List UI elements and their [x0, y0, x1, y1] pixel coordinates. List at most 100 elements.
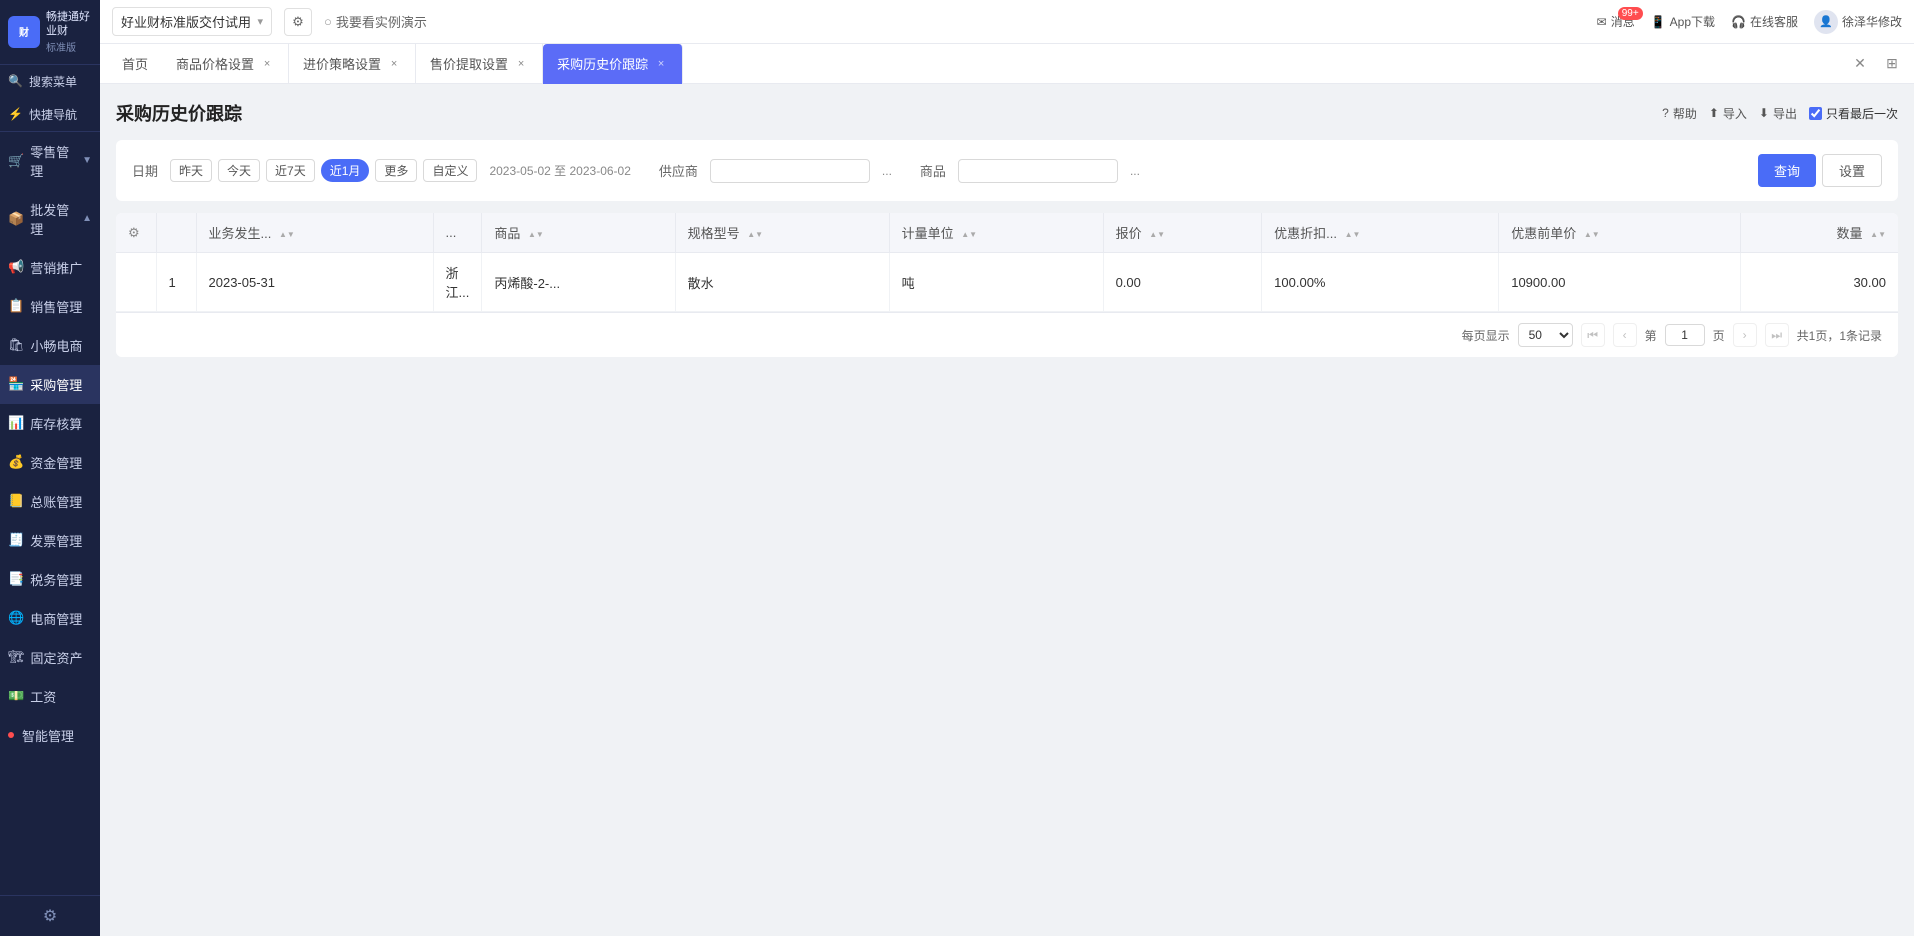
messages-button[interactable]: ✉ 消息 99+: [1597, 13, 1635, 30]
import-button[interactable]: ⬆ 导入: [1709, 105, 1747, 122]
col-product[interactable]: 商品 ▲▼: [482, 213, 675, 253]
online-service-button[interactable]: 🎧 在线客服: [1731, 13, 1798, 30]
tab-home[interactable]: 首页: [108, 44, 162, 84]
sidebar-item-tax[interactable]: 📑 税务管理: [0, 560, 100, 599]
sidebar-item-marketing[interactable]: 📢 营销推广: [0, 248, 100, 287]
next-page-button[interactable]: ›: [1733, 323, 1757, 347]
cell-gear: [116, 253, 156, 312]
ecommerce-icon: 🌐: [8, 610, 24, 626]
date-btn-more[interactable]: 更多: [375, 159, 417, 182]
col-discount[interactable]: 优惠折扣... ▲▼: [1262, 213, 1499, 253]
main-area: 好业财标准版交付试用 ▾ ⚙ ○ 我要看实例演示 ✉ 消息 99+ 📱 App下…: [100, 0, 1914, 936]
cell-product: 丙烯酸-2-...: [482, 253, 675, 312]
first-page-button[interactable]: ⏮: [1581, 323, 1605, 347]
topbar-settings-button[interactable]: ⚙: [284, 8, 312, 36]
export-button[interactable]: ⬇ 导出: [1759, 105, 1797, 122]
sidebar-item-payroll[interactable]: 💵 工资: [0, 677, 100, 716]
cell-biz-date: 2023-05-31: [196, 253, 433, 312]
sidebar-item-smart-mgmt[interactable]: 智能管理: [0, 716, 100, 755]
only-last-checkbox-group: 只看最后一次: [1809, 105, 1898, 122]
settings-button[interactable]: 设置: [1822, 154, 1882, 187]
sidebar-item-fixed-assets[interactable]: 🏗 固定资产: [0, 638, 100, 677]
expand-tab-button[interactable]: ⊞: [1878, 50, 1906, 78]
page-input[interactable]: [1665, 324, 1705, 346]
supplier-input[interactable]: [710, 159, 870, 183]
version-selector[interactable]: 好业财标准版交付试用 ▾: [112, 7, 272, 36]
last-page-button[interactable]: ⏭: [1765, 323, 1789, 347]
product-input[interactable]: [958, 159, 1118, 183]
tab-sale-price[interactable]: 售价提取设置 ×: [416, 44, 543, 84]
demo-button[interactable]: ○ 我要看实例演示: [324, 12, 427, 31]
sidebar-item-ecommerce[interactable]: 🌐 电商管理: [0, 599, 100, 638]
column-settings-icon[interactable]: ⚙: [128, 225, 140, 240]
quicknav-icon: ⚡: [8, 107, 23, 121]
tab-purchase-strategy[interactable]: 进价策略设置 ×: [289, 44, 416, 84]
sidebar-item-purchase[interactable]: 🏪 采购管理: [0, 365, 100, 404]
sort-icon-price: ▲▼: [1149, 230, 1165, 239]
user-menu-button[interactable]: 👤 徐泽华修改: [1814, 10, 1902, 34]
col-pre-discount-price[interactable]: 优惠前单价 ▲▼: [1499, 213, 1741, 253]
chevron-up-icon: ▲: [82, 213, 92, 224]
sidebar-item-sales[interactable]: 📋 销售管理: [0, 287, 100, 326]
cell-spec: 散水: [675, 253, 889, 312]
close-all-tabs-button[interactable]: ✕: [1846, 50, 1874, 78]
page-title: 采购历史价跟踪: [116, 100, 242, 126]
settings-gear-icon[interactable]: ⚙: [43, 906, 57, 926]
only-last-checkbox[interactable]: [1809, 107, 1822, 120]
tabbar-right: ✕ ⊞: [1846, 50, 1906, 78]
tab-purchase-history[interactable]: 采购历史价跟踪 ×: [543, 44, 683, 84]
cell-index: 1: [156, 253, 196, 312]
sort-icon-discount: ▲▼: [1345, 230, 1361, 239]
sidebar-item-inventory[interactable]: 📊 库存核算: [0, 404, 100, 443]
app-download-button[interactable]: 📱 App下载: [1651, 13, 1715, 30]
close-tab-purchase-history[interactable]: ×: [654, 57, 668, 71]
query-button[interactable]: 查询: [1758, 154, 1816, 187]
supplier-more-btn[interactable]: ...: [882, 164, 892, 178]
per-page-select[interactable]: 50 20 100: [1518, 323, 1573, 347]
sidebar-item-retail[interactable]: 🛒 零售管理 ▼: [0, 132, 100, 190]
page-header: 采购历史价跟踪 ? 帮助 ⬆ 导入 ⬇ 导出 只看最后一次: [116, 100, 1898, 126]
col-quantity[interactable]: 数量 ▲▼: [1740, 213, 1898, 253]
sidebar-item-finance[interactable]: 💰 资金管理: [0, 443, 100, 482]
cell-supplier: 浙江...: [433, 253, 482, 312]
sidebar-item-invoice[interactable]: 🧾 发票管理: [0, 521, 100, 560]
cell-unit: 吨: [889, 253, 1103, 312]
col-unit[interactable]: 计量单位 ▲▼: [889, 213, 1103, 253]
import-icon: ⬆: [1709, 106, 1719, 120]
sidebar-item-wholesale[interactable]: 📦 批发管理 ▲: [0, 190, 100, 248]
col-index: [156, 213, 196, 253]
prev-page-button[interactable]: ‹: [1613, 323, 1637, 347]
cell-quantity: 30.00: [1740, 253, 1898, 312]
date-btn-custom[interactable]: 自定义: [423, 159, 477, 182]
date-btn-today[interactable]: 今天: [218, 159, 260, 182]
sidebar-quicknav[interactable]: ⚡ 快捷导航: [0, 98, 100, 132]
product-more-btn[interactable]: ...: [1130, 164, 1140, 178]
filter-actions: 查询 设置: [1758, 154, 1882, 187]
invoice-icon: 🧾: [8, 532, 24, 548]
close-tab-sale-price[interactable]: ×: [514, 57, 528, 71]
col-spec[interactable]: 规格型号 ▲▼: [675, 213, 889, 253]
sort-icon-unit: ▲▼: [961, 230, 977, 239]
close-tab-product-price[interactable]: ×: [260, 57, 274, 71]
col-more[interactable]: ...: [433, 213, 482, 253]
product-filter-label: 商品: [920, 161, 946, 180]
logo-icon: 财: [8, 16, 40, 48]
payroll-icon: 💵: [8, 688, 24, 704]
sidebar-item-ecommerce-small[interactable]: 🛍 小畅电商: [0, 326, 100, 365]
tab-product-price[interactable]: 商品价格设置 ×: [162, 44, 289, 84]
sort-icon-product: ▲▼: [528, 230, 544, 239]
col-biz-date[interactable]: 业务发生... ▲▼: [196, 213, 433, 253]
sidebar-item-ledger[interactable]: 📒 总账管理: [0, 482, 100, 521]
sidebar-search[interactable]: 🔍 搜索菜单: [0, 65, 100, 98]
date-btn-1month[interactable]: 近1月: [321, 159, 370, 182]
purchase-icon: 🏪: [8, 376, 24, 392]
date-btn-7days[interactable]: 近7天: [266, 159, 315, 182]
table-body: 1 2023-05-31 浙江... 丙烯酸-2-... 散水 吨 0.00 1…: [116, 253, 1898, 312]
col-price[interactable]: 报价 ▲▼: [1103, 213, 1262, 253]
help-button[interactable]: ? 帮助: [1662, 105, 1697, 122]
date-btn-yesterday[interactable]: 昨天: [170, 159, 212, 182]
close-tab-purchase-strategy[interactable]: ×: [387, 57, 401, 71]
sidebar-menu: 🛒 零售管理 ▼ 📦 批发管理 ▲ 📢 营销推广 📋 销售管理: [0, 132, 100, 895]
ledger-icon: 📒: [8, 493, 24, 509]
sidebar-bottom: ⚙: [0, 895, 100, 936]
